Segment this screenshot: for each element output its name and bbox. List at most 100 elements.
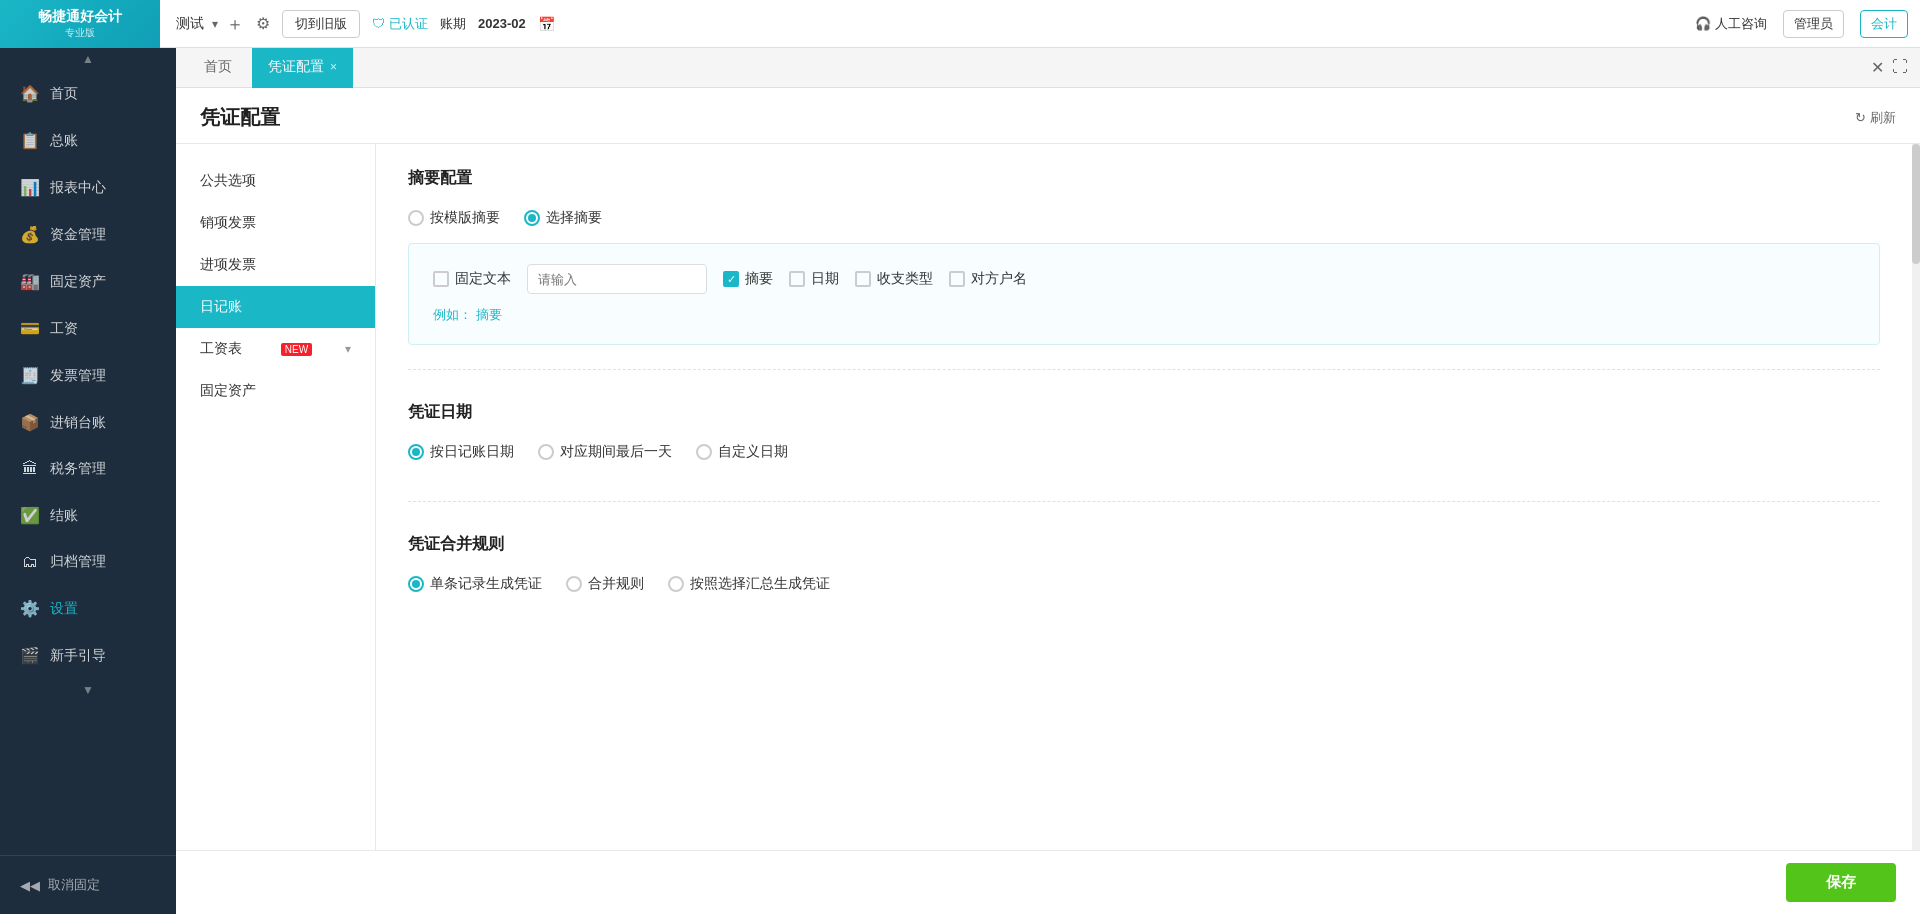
scroll-down-arrow[interactable]: ▼ [0, 679, 176, 701]
checkbox-counterpart-name[interactable]: 对方户名 [949, 270, 1027, 288]
period-label: 账期 [440, 15, 466, 33]
tab-home[interactable]: 首页 [188, 48, 248, 88]
radio-merge[interactable]: 合并规则 [566, 575, 644, 593]
top-actions: ＋ ⚙ 切到旧版 🛡 已认证 账期 2023-02 📅 [226, 10, 555, 38]
checkbox-date[interactable]: 日期 [789, 270, 839, 288]
switch-old-button[interactable]: 切到旧版 [282, 10, 360, 38]
checkbox-counterpart-name-box [949, 271, 965, 287]
radio-template[interactable]: 按模版摘要 [408, 209, 500, 227]
left-menu-item-public[interactable]: 公共选项 [176, 160, 375, 202]
sidebar-item-settings[interactable]: ⚙️ 设置 [0, 585, 176, 632]
config-scrollbar[interactable] [1912, 144, 1920, 850]
radio-single-circle [408, 576, 424, 592]
checkout-icon: ✅ [20, 506, 40, 525]
fixed-text-input[interactable] [527, 264, 707, 294]
sidebar-item-report[interactable]: 📊 报表中心 [0, 164, 176, 211]
content-area: 首页 凭证配置 × ✕ ⛶ 凭证配置 ↻ 刷新 [176, 48, 1920, 914]
workspace-dropdown-icon[interactable]: ▾ [212, 17, 218, 31]
right-actions: 🎧 人工咨询 管理员 会计 [1695, 10, 1908, 38]
radio-single[interactable]: 单条记录生成凭证 [408, 575, 542, 593]
page-header: 凭证配置 ↻ 刷新 [176, 88, 1920, 144]
left-menu-item-sales-invoice[interactable]: 销项发票 [176, 202, 375, 244]
example-text: 例如： 摘要 [433, 306, 1855, 324]
sidebar-item-ledger[interactable]: 📋 总账 [0, 117, 176, 164]
tab-voucher-config[interactable]: 凭证配置 × [252, 48, 353, 88]
left-menu-item-fixed-assets-config[interactable]: 固定资产 [176, 370, 375, 412]
voucher-date-radio-group: 按日记账日期 对应期间最后一天 自定义日期 [408, 443, 1880, 461]
tab-close-window-icon[interactable]: ✕ [1871, 58, 1884, 77]
sidebar-item-fund[interactable]: 💰 资金管理 [0, 211, 176, 258]
unpin-button[interactable]: ◀◀ 取消固定 [0, 866, 176, 904]
calendar-icon[interactable]: 📅 [538, 16, 555, 32]
expand-icon: ▾ [345, 342, 351, 356]
page-title: 凭证配置 [200, 104, 280, 131]
voucher-date-title: 凭证日期 [408, 402, 1880, 423]
sidebar-item-invoice[interactable]: 🧾 发票管理 [0, 352, 176, 399]
refresh-button[interactable]: ↻ 刷新 [1855, 109, 1896, 127]
summary-radio-group: 按模版摘要 选择摘要 [408, 209, 1880, 227]
config-content: 摘要配置 按模版摘要 选择摘要 [376, 144, 1912, 850]
sidebar-item-archive[interactable]: 🗂 归档管理 [0, 539, 176, 585]
sidebar-bottom: ◀◀ 取消固定 [0, 855, 176, 914]
radio-by-diary-date-circle [408, 444, 424, 460]
new-badge: NEW [281, 343, 312, 356]
guide-icon: 🎬 [20, 646, 40, 665]
inner-layout: 公共选项 销项发票 进项发票 日记账 工资表 NEW ▾ [176, 144, 1920, 850]
left-menu-item-payroll-table[interactable]: 工资表 NEW ▾ [176, 328, 375, 370]
left-menu: 公共选项 销项发票 进项发票 日记账 工资表 NEW ▾ [176, 144, 376, 850]
refresh-icon: ↻ [1855, 110, 1866, 125]
certified-badge: 🛡 已认证 [372, 15, 428, 33]
payroll-icon: 💳 [20, 319, 40, 338]
sidebar-item-payroll[interactable]: 💳 工资 [0, 305, 176, 352]
checkbox-fixed-text-box [433, 271, 449, 287]
consult-button[interactable]: 🎧 人工咨询 [1695, 15, 1767, 33]
radio-custom-date-circle [696, 444, 712, 460]
summary-box: 固定文本 ✓ 摘要 日期 [408, 243, 1880, 345]
radio-by-selection[interactable]: 按照选择汇总生成凭证 [668, 575, 830, 593]
voucher-date-section: 凭证日期 按日记账日期 对应期间最后一天 [408, 402, 1880, 502]
checkbox-summary[interactable]: ✓ 摘要 [723, 270, 773, 288]
checkbox-payment-type[interactable]: 收支类型 [855, 270, 933, 288]
tab-bar: 首页 凭证配置 × ✕ ⛶ [176, 48, 1920, 88]
tax-icon: 🏛 [20, 460, 40, 478]
scroll-up-arrow[interactable]: ▲ [0, 48, 176, 70]
sidebar-item-home[interactable]: 🏠 首页 [0, 70, 176, 117]
radio-custom-date[interactable]: 自定义日期 [696, 443, 788, 461]
tab-bar-actions: ✕ ⛶ [1871, 58, 1908, 77]
sidebar-item-checkout[interactable]: ✅ 结账 [0, 492, 176, 539]
radio-select[interactable]: 选择摘要 [524, 209, 602, 227]
sidebar-item-tax[interactable]: 🏛 税务管理 [0, 446, 176, 492]
sidebar-item-sales-ledger[interactable]: 📦 进销台账 [0, 399, 176, 446]
checkbox-summary-box: ✓ [723, 271, 739, 287]
left-menu-item-purchase-invoice[interactable]: 进项发票 [176, 244, 375, 286]
page-content: 凭证配置 ↻ 刷新 公共选项 销项发票 进项发票 [176, 88, 1920, 914]
save-button[interactable]: 保存 [1786, 863, 1896, 902]
checkbox-payment-type-box [855, 271, 871, 287]
sidebar-item-guide[interactable]: 🎬 新手引导 [0, 632, 176, 679]
report-icon: 📊 [20, 178, 40, 197]
radio-template-circle [408, 210, 424, 226]
tab-close-icon[interactable]: × [330, 60, 337, 74]
summary-section: 摘要配置 按模版摘要 选择摘要 [408, 168, 1880, 370]
admin-button[interactable]: 管理员 [1783, 10, 1844, 38]
checkbox-fixed-text[interactable]: 固定文本 [433, 270, 511, 288]
merge-rule-section: 凭证合并规则 单条记录生成凭证 合并规则 [408, 534, 1880, 633]
invoice-icon: 🧾 [20, 366, 40, 385]
shield-icon: 🛡 [372, 16, 385, 31]
radio-by-diary-date[interactable]: 按日记账日期 [408, 443, 514, 461]
ledger-icon: 📋 [20, 131, 40, 150]
tab-expand-icon[interactable]: ⛶ [1892, 58, 1908, 77]
accountant-button[interactable]: 会计 [1860, 10, 1908, 38]
config-area: 摘要配置 按模版摘要 选择摘要 [376, 144, 1920, 850]
home-icon: 🏠 [20, 84, 40, 103]
fixed-assets-icon: 🏭 [20, 272, 40, 291]
sidebar-item-fixed-assets[interactable]: 🏭 固定资产 [0, 258, 176, 305]
radio-select-circle [524, 210, 540, 226]
add-icon[interactable]: ＋ [226, 12, 244, 36]
sidebar-scroll: ▲ 🏠 首页 📋 总账 📊 报表中心 💰 资金管理 🏭 固定资产 [0, 48, 176, 855]
settings-icon[interactable]: ⚙ [256, 14, 270, 33]
main-layout: ▲ 🏠 首页 📋 总账 📊 报表中心 💰 资金管理 🏭 固定资产 [0, 48, 1920, 914]
radio-last-day[interactable]: 对应期间最后一天 [538, 443, 672, 461]
headset-icon: 🎧 [1695, 16, 1711, 31]
left-menu-item-diary[interactable]: 日记账 [176, 286, 375, 328]
